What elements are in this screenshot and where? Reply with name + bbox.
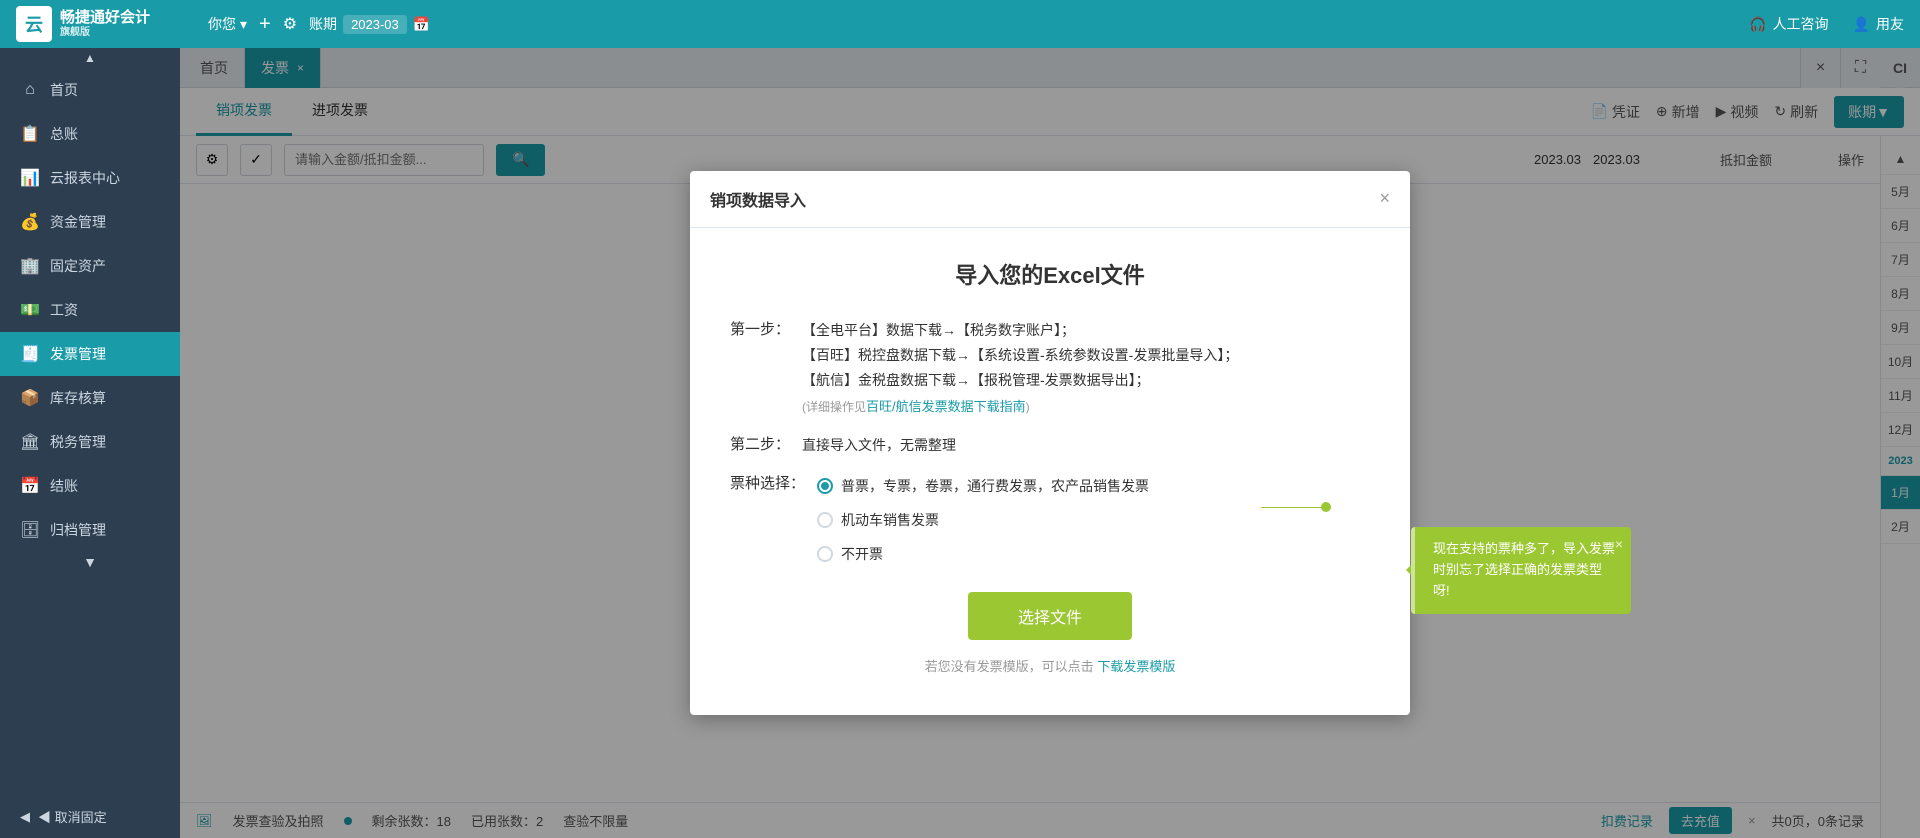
settings-icon[interactable]: ⚙ bbox=[283, 14, 297, 34]
top-header: 云 畅捷通好会计 旗舰版 你您 ▾ + ⚙ 账期 2023-03 📅 🎧 人工咨… bbox=[0, 0, 1920, 48]
sidebar-item-label: 资金管理 bbox=[50, 212, 106, 232]
ledger-icon: 📋 bbox=[20, 124, 40, 144]
reports-icon: 📊 bbox=[20, 168, 40, 188]
step2-text: 直接导入文件，无需整理 bbox=[802, 433, 956, 458]
ticket-label: 票种选择： bbox=[730, 472, 805, 493]
headset-icon: 🎧 bbox=[1749, 16, 1766, 33]
sidebar-item-tax[interactable]: 🏛 税务管理 bbox=[0, 420, 180, 464]
modal-body: 导入您的Excel文件 第一步： 【全电平台】数据下载→【税务数字账户】； 【百… bbox=[690, 228, 1410, 715]
select-file-button[interactable]: 选择文件 bbox=[968, 592, 1132, 640]
sidebar-item-archive[interactable]: 🗄 归档管理 bbox=[0, 508, 180, 552]
step2: 第二步： 直接导入文件，无需整理 bbox=[730, 433, 1370, 458]
user-menu[interactable]: 👤 用友 bbox=[1853, 14, 1904, 34]
period-badge: 2023-03 bbox=[343, 15, 407, 34]
step1-line2: 【百旺】税控盘数据下载→【系统设置-系统参数设置-发票批量导入】； bbox=[802, 343, 1238, 368]
sidebar-scroll-up[interactable]: ▲ bbox=[0, 48, 180, 68]
step1-content: 【全电平台】数据下载→【税务数字账户】； 【百旺】税控盘数据下载→【系统设置-系… bbox=[802, 318, 1238, 419]
radio-normal-label: 普票，专票，卷票，通行费发票，农产品销售发票 bbox=[841, 476, 1149, 496]
radio-no-invoice-circle[interactable] bbox=[817, 546, 833, 562]
logo-sub: 旗舰版 bbox=[60, 27, 150, 39]
sidebar-item-label: 总账 bbox=[50, 124, 78, 144]
sidebar-scroll-down[interactable]: ▼ bbox=[0, 552, 180, 572]
radio-dot bbox=[821, 482, 829, 490]
modal-main-title: 导入您的Excel文件 bbox=[730, 258, 1370, 290]
tooltip-line: 现在支持的票种多了，导入发票时别忘了选择正确的发票类型呀! × bbox=[1261, 502, 1331, 512]
sidebar-item-inventory[interactable]: 📦 库存核算 bbox=[0, 376, 180, 420]
tooltip-balloon: 现在支持的票种多了，导入发票时别忘了选择正确的发票类型呀! × bbox=[1411, 527, 1631, 613]
logo-main: 畅捷通好会计 bbox=[60, 9, 150, 27]
sidebar-item-label: 固定资产 bbox=[50, 256, 106, 276]
tooltip-connector-dot bbox=[1321, 502, 1331, 512]
step2-label: 第二步： bbox=[730, 433, 790, 458]
finance-icon: 💰 bbox=[20, 212, 40, 232]
radio-motor[interactable]: 机动车销售发票 bbox=[817, 510, 1149, 530]
sidebar-item-label: 税务管理 bbox=[50, 432, 106, 452]
step1-note: (详细操作见百旺/航信发票数据下载指南) bbox=[802, 395, 1238, 419]
sidebar-item-label: 工资 bbox=[50, 300, 78, 320]
radio-no-invoice[interactable]: 不开票 bbox=[817, 544, 1149, 564]
main-layout: ▲ ⌂ 首页 📋 总账 📊 云报表中心 💰 资金管理 🏢 固定资产 💵 工资 🧾 bbox=[0, 48, 1920, 838]
download-template-link[interactable]: 下载发票模版 bbox=[1097, 659, 1175, 674]
sidebar-item-assets[interactable]: 🏢 固定资产 bbox=[0, 244, 180, 288]
sidebar: ▲ ⌂ 首页 📋 总账 📊 云报表中心 💰 资金管理 🏢 固定资产 💵 工资 🧾 bbox=[0, 48, 180, 838]
payroll-icon: 💵 bbox=[20, 300, 40, 320]
radio-group: 普票，专票，卷票，通行费发票，农产品销售发票 机动车销售发票 不开票 bbox=[817, 476, 1149, 564]
sidebar-item-ledger[interactable]: 📋 总账 bbox=[0, 112, 180, 156]
chevron-down-icon: ▾ bbox=[240, 16, 247, 33]
tooltip-close-button[interactable]: × bbox=[1615, 533, 1623, 555]
step1-label: 第一步： bbox=[730, 318, 790, 419]
modal-overlay: 销项数据导入 × 导入您的Excel文件 第一步： 【全电平台】数据下载→【税务… bbox=[180, 48, 1920, 838]
cancel-fixed-icon: ◀ bbox=[20, 809, 30, 825]
close-period-icon: 📅 bbox=[20, 476, 40, 496]
add-button[interactable]: + bbox=[259, 13, 271, 36]
radio-motor-circle[interactable] bbox=[817, 512, 833, 528]
step1: 第一步： 【全电平台】数据下载→【税务数字账户】； 【百旺】税控盘数据下载→【系… bbox=[730, 318, 1370, 419]
invoice-icon: 🧾 bbox=[20, 344, 40, 364]
ticket-selection: 票种选择： 普票，专票，卷票，通行费发票，农产品销售发票 bbox=[730, 472, 1370, 564]
inventory-icon: 📦 bbox=[20, 388, 40, 408]
radio-normal-circle[interactable] bbox=[817, 478, 833, 494]
company-selector[interactable]: 你您 ▾ bbox=[208, 14, 247, 34]
modal-close-button[interactable]: × bbox=[1379, 188, 1390, 209]
content-area: 首页 发票 × × ⛶ CI 销项发票 bbox=[180, 48, 1920, 838]
assets-icon: 🏢 bbox=[20, 256, 40, 276]
sidebar-item-reports[interactable]: 📊 云报表中心 bbox=[0, 156, 180, 200]
sidebar-item-label: 首页 bbox=[50, 80, 78, 100]
period-display: 账期 2023-03 📅 bbox=[309, 14, 430, 34]
header-right: 🎧 人工咨询 👤 用友 bbox=[1749, 14, 1904, 34]
radio-motor-label: 机动车销售发票 bbox=[841, 510, 939, 530]
sidebar-item-label: 库存核算 bbox=[50, 388, 106, 408]
download-guide-link[interactable]: 百旺/航信发票数据下载指南 bbox=[866, 399, 1026, 414]
tooltip-connector-line bbox=[1261, 507, 1321, 508]
user-icon: 👤 bbox=[1853, 16, 1870, 33]
archive-icon: 🗄 bbox=[20, 520, 40, 540]
sidebar-item-close[interactable]: 📅 结账 bbox=[0, 464, 180, 508]
sidebar-item-finance[interactable]: 💰 资金管理 bbox=[0, 200, 180, 244]
step1-line3: 【航信】金税盘数据下载→【报税管理-发票数据导出】； bbox=[802, 368, 1238, 393]
modal-header: 销项数据导入 × bbox=[690, 171, 1410, 228]
sidebar-item-label: 结账 bbox=[50, 476, 78, 496]
step1-line1: 【全电平台】数据下载→【税务数字账户】； bbox=[802, 318, 1238, 343]
modal-title: 销项数据导入 bbox=[710, 187, 806, 211]
sidebar-cancel-fixed[interactable]: ◀ ◀ 取消固定 bbox=[0, 795, 180, 838]
tooltip-text: 现在支持的票种多了，导入发票时别忘了选择正确的发票类型呀! bbox=[1433, 539, 1617, 601]
sidebar-item-invoice[interactable]: 🧾 发票管理 bbox=[0, 332, 180, 376]
radio-no-invoice-label: 不开票 bbox=[841, 544, 883, 564]
sidebar-item-payroll[interactable]: 💵 工资 bbox=[0, 288, 180, 332]
calendar-icon: 📅 bbox=[413, 16, 430, 33]
modal-footer: 若您没有发票模版，可以点击 下载发票模版 bbox=[730, 656, 1370, 695]
ai-consult-button[interactable]: 🎧 人工咨询 bbox=[1749, 14, 1828, 34]
radio-normal[interactable]: 普票，专票，卷票，通行费发票，农产品销售发票 bbox=[817, 476, 1149, 496]
home-icon: ⌂ bbox=[20, 81, 40, 99]
sidebar-item-label: 云报表中心 bbox=[50, 168, 120, 188]
sidebar-item-home[interactable]: ⌂ 首页 bbox=[0, 68, 180, 112]
import-modal: 销项数据导入 × 导入您的Excel文件 第一步： 【全电平台】数据下载→【税务… bbox=[690, 171, 1410, 715]
logo-icon: 云 bbox=[16, 6, 52, 42]
sidebar-item-label: 发票管理 bbox=[50, 344, 106, 364]
sidebar-item-label: 归档管理 bbox=[50, 520, 106, 540]
tax-icon: 🏛 bbox=[20, 432, 40, 452]
tooltip-bar bbox=[1411, 527, 1415, 613]
logo-area: 云 畅捷通好会计 旗舰版 bbox=[16, 6, 196, 42]
